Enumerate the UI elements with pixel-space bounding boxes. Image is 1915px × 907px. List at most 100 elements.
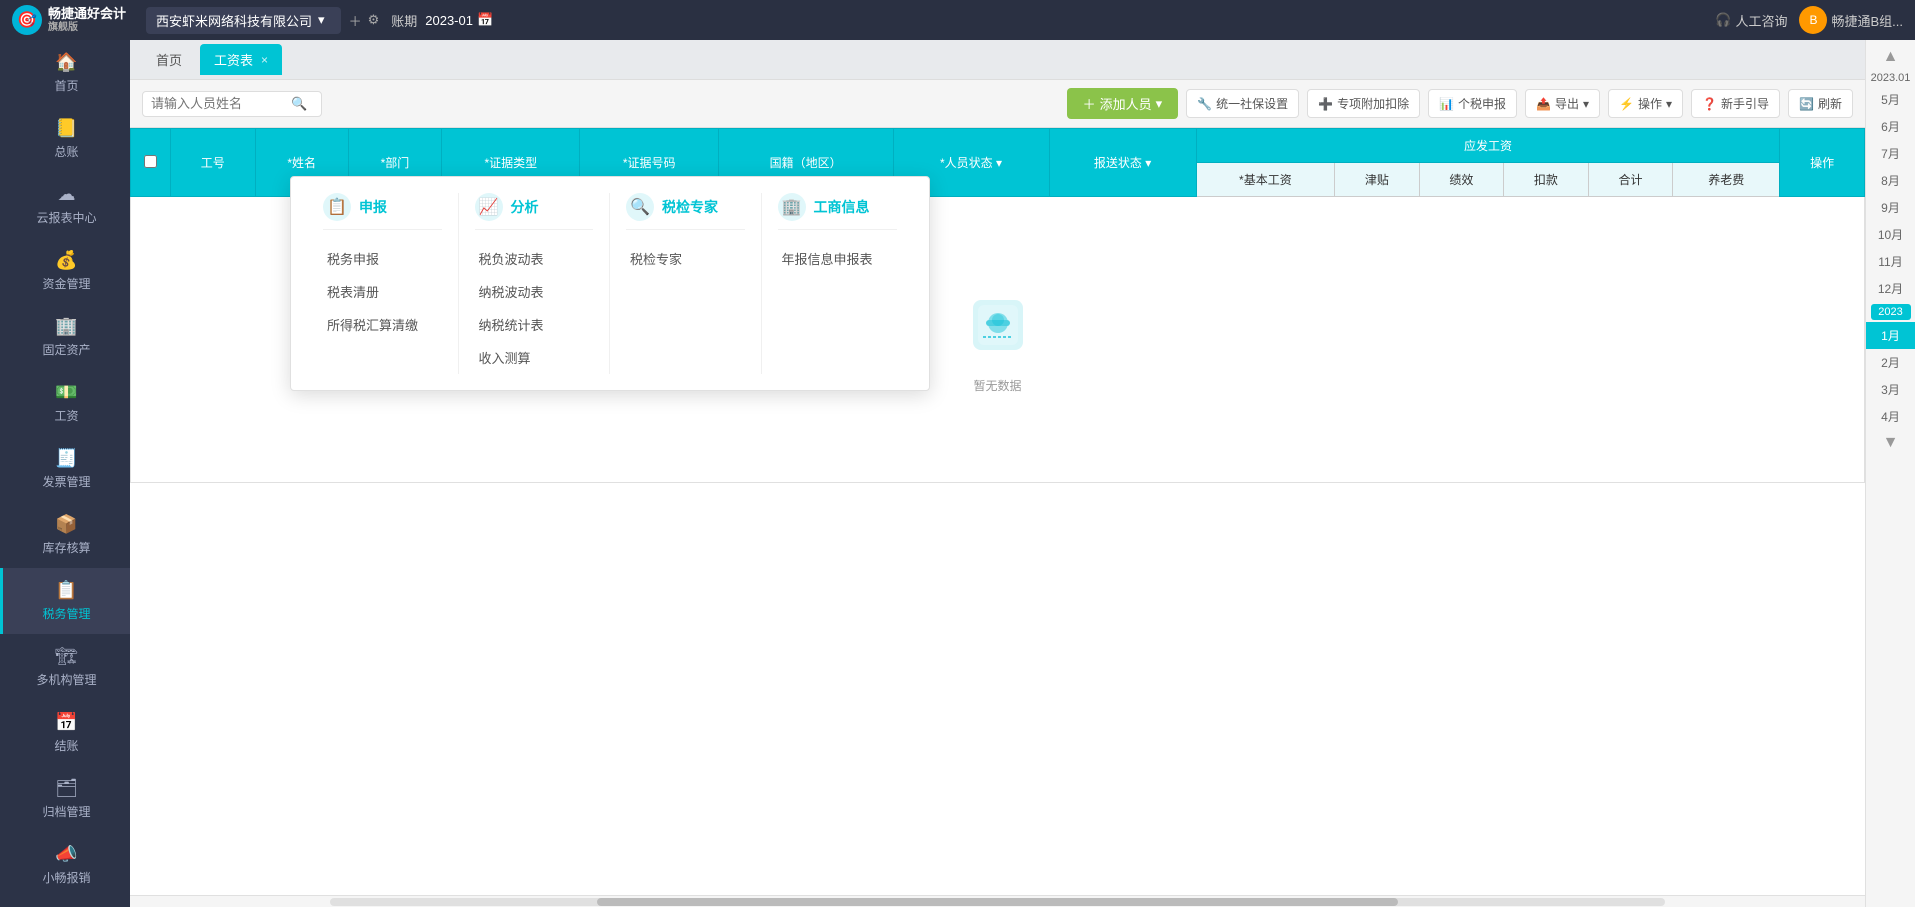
sidebar-item-label: 总账 xyxy=(54,143,78,160)
sidebar-item-promo[interactable]: 📣 小畅报销 xyxy=(0,832,130,898)
inventory-icon: 📦 xyxy=(55,514,77,535)
menu-item-tax-burden[interactable]: 税负波动表 xyxy=(475,242,594,275)
select-all-checkbox[interactable] xyxy=(144,155,157,168)
tax-icon: 📋 xyxy=(55,580,77,601)
sidebar-item-label: 固定资产 xyxy=(42,341,90,358)
social-security-button[interactable]: 🔧 统一社保设置 xyxy=(1186,89,1299,118)
sidebar-item-multi[interactable]: 🏗 多机构管理 xyxy=(0,634,130,700)
operations-button[interactable]: ⚡ 操作 ▾ xyxy=(1608,89,1683,118)
guide-label: 新手引导 xyxy=(1721,95,1769,112)
sidebar-item-tax[interactable]: 📋 税务管理 xyxy=(0,568,130,634)
add-dropdown-icon: ▾ xyxy=(1156,96,1163,112)
sidebar-item-label: 小畅报销 xyxy=(42,869,90,886)
menu-item-tax-table[interactable]: 税表清册 xyxy=(323,275,442,308)
company-selector[interactable]: 西安虾米网络科技有限公司 ▾ xyxy=(146,7,341,34)
sidebar-item-ledger[interactable]: 📒 总账 xyxy=(0,106,130,172)
assets-icon: 🏢 xyxy=(55,316,77,337)
menu-item-annual-report[interactable]: 年报信息申报表 xyxy=(778,242,898,275)
logo-icon: 🎯 xyxy=(12,5,42,35)
tab-close-icon[interactable]: × xyxy=(261,53,268,67)
month-2023-9[interactable]: 9月 xyxy=(1866,194,1915,221)
month-2024-1[interactable]: 1月 xyxy=(1866,322,1915,349)
month-2023-12[interactable]: 12月 xyxy=(1866,275,1915,302)
deduction-label: 专项附加扣除 xyxy=(1337,95,1409,112)
tab-home[interactable]: 首页 xyxy=(142,44,196,75)
add-company-icon[interactable]: ＋ xyxy=(349,11,362,30)
content-area: 首页 工资表 × 🔍 ＋ 添加人员 ▾ 🔧 xyxy=(130,40,1865,907)
multi-icon: 🏗 xyxy=(55,646,78,667)
sidebar-item-home[interactable]: 🏠 首页 xyxy=(0,40,130,106)
sidebar-item-cloud[interactable]: ☁ 云报表中心 xyxy=(0,172,130,238)
close-period-icon: 📅 xyxy=(55,712,77,733)
month-2024-2[interactable]: 2月 xyxy=(1866,349,1915,376)
menu-item-income-calc[interactable]: 收入测算 xyxy=(475,341,594,374)
help-button[interactable]: 🎧 人工咨询 xyxy=(1715,11,1787,30)
operations-icon: ⚡ xyxy=(1619,97,1634,111)
personal-tax-button[interactable]: 📊 个税申报 xyxy=(1428,89,1517,118)
salary-icon: 💵 xyxy=(55,382,77,403)
add-icon: ＋ xyxy=(1083,94,1096,113)
menu-item-tax-declaration[interactable]: 税务申报 xyxy=(323,242,442,275)
export-button[interactable]: 📤 导出 ▾ xyxy=(1525,89,1600,118)
period-label: 账期 xyxy=(391,11,417,30)
month-2023-11[interactable]: 11月 xyxy=(1866,248,1915,275)
menu-item-expert[interactable]: 税检专家 xyxy=(626,242,745,275)
personal-tax-label: 个税申报 xyxy=(1458,95,1506,112)
refresh-icon: 🔄 xyxy=(1799,97,1814,111)
sidebar-item-assets[interactable]: 🏢 固定资产 xyxy=(0,304,130,370)
month-2023-8[interactable]: 8月 xyxy=(1866,167,1915,194)
refresh-button[interactable]: 🔄 刷新 xyxy=(1788,89,1853,118)
cloud-icon: ☁ xyxy=(58,184,76,205)
help-icon: 🎧 xyxy=(1715,12,1731,28)
month-2023-10[interactable]: 10月 xyxy=(1866,221,1915,248)
menu-item-tax-stat[interactable]: 纳税统计表 xyxy=(475,308,594,341)
menu-item-income-tax[interactable]: 所得税汇算清缴 xyxy=(323,308,442,341)
col-salary-group: 应发工资 xyxy=(1196,129,1780,163)
top-bar-actions: 🎧 人工咨询 B 畅捷通B组... xyxy=(1715,6,1903,34)
status-filter-icon[interactable]: ▾ xyxy=(996,156,1002,170)
fund-icon: 💰 xyxy=(55,250,77,271)
declaration-icon: 📋 xyxy=(323,193,351,221)
date-sidebar: ▲ 2023.01 5月 6月 7月 8月 9月 10月 11月 12月 202… xyxy=(1865,40,1915,907)
menu-item-tax-dynamic[interactable]: 纳税波动表 xyxy=(475,275,594,308)
sidebar-item-close[interactable]: 📅 结账 xyxy=(0,700,130,766)
report-filter-icon[interactable]: ▾ xyxy=(1145,156,1151,170)
tab-salary-label: 工资表 xyxy=(214,50,253,69)
sidebar-item-settings[interactable]: ⚙ 基础设置 xyxy=(0,898,130,907)
analysis-header: 📈 分析 xyxy=(475,193,594,230)
tab-salary-table[interactable]: 工资表 × xyxy=(200,44,282,75)
month-2023-6[interactable]: 6月 xyxy=(1866,113,1915,140)
settings-icon[interactable]: ⚙ xyxy=(368,12,380,28)
expert-title: 税检专家 xyxy=(662,197,718,217)
company-name: 西安虾米网络科技有限公司 xyxy=(156,11,312,30)
special-deduction-button[interactable]: ➕ 专项附加扣除 xyxy=(1307,89,1420,118)
sidebar-item-inventory[interactable]: 📦 库存核算 xyxy=(0,502,130,568)
help-label: 人工咨询 xyxy=(1735,11,1787,30)
month-2024-4[interactable]: 4月 xyxy=(1866,403,1915,430)
app-version: 旗舰版 xyxy=(48,22,126,34)
month-2023-5[interactable]: 5月 xyxy=(1866,86,1915,113)
business-header: 🏢 工商信息 xyxy=(778,193,898,230)
date-nav-up[interactable]: ▲ xyxy=(1879,44,1903,70)
sidebar-item-fund[interactable]: 💰 资金管理 xyxy=(0,238,130,304)
sidebar-item-salary[interactable]: 💵 工资 xyxy=(0,370,130,436)
guide-button[interactable]: ❓ 新手引导 xyxy=(1691,89,1780,118)
search-input[interactable] xyxy=(151,96,291,111)
sidebar-item-invoice[interactable]: 🧾 发票管理 xyxy=(0,436,130,502)
sidebar-item-archive[interactable]: 🗂 归档管理 xyxy=(0,766,130,832)
export-label: 导出 xyxy=(1555,95,1579,112)
operations-dropdown-icon: ▾ xyxy=(1666,97,1672,111)
invoice-icon: 🧾 xyxy=(55,448,77,469)
menu-section-analysis: 📈 分析 税负波动表 纳税波动表 纳税统计表 收入测算 xyxy=(459,193,611,374)
month-2024-3[interactable]: 3月 xyxy=(1866,376,1915,403)
archive-icon: 🗂 xyxy=(55,778,78,799)
add-person-button[interactable]: ＋ 添加人员 ▾ xyxy=(1067,88,1179,119)
month-2023-7[interactable]: 7月 xyxy=(1866,140,1915,167)
calendar-icon[interactable]: 📅 xyxy=(477,12,493,28)
date-nav-down[interactable]: ▼ xyxy=(1879,430,1903,456)
business-title: 工商信息 xyxy=(814,197,870,217)
sidebar-item-label: 资金管理 xyxy=(42,275,90,292)
menu-section-business: 🏢 工商信息 年报信息申报表 xyxy=(762,193,914,374)
user-menu[interactable]: B 畅捷通B组... xyxy=(1799,6,1903,34)
sidebar: 🏠 首页 📒 总账 ☁ 云报表中心 💰 资金管理 🏢 固定资产 💵 工资 🧾 发… xyxy=(0,40,130,907)
